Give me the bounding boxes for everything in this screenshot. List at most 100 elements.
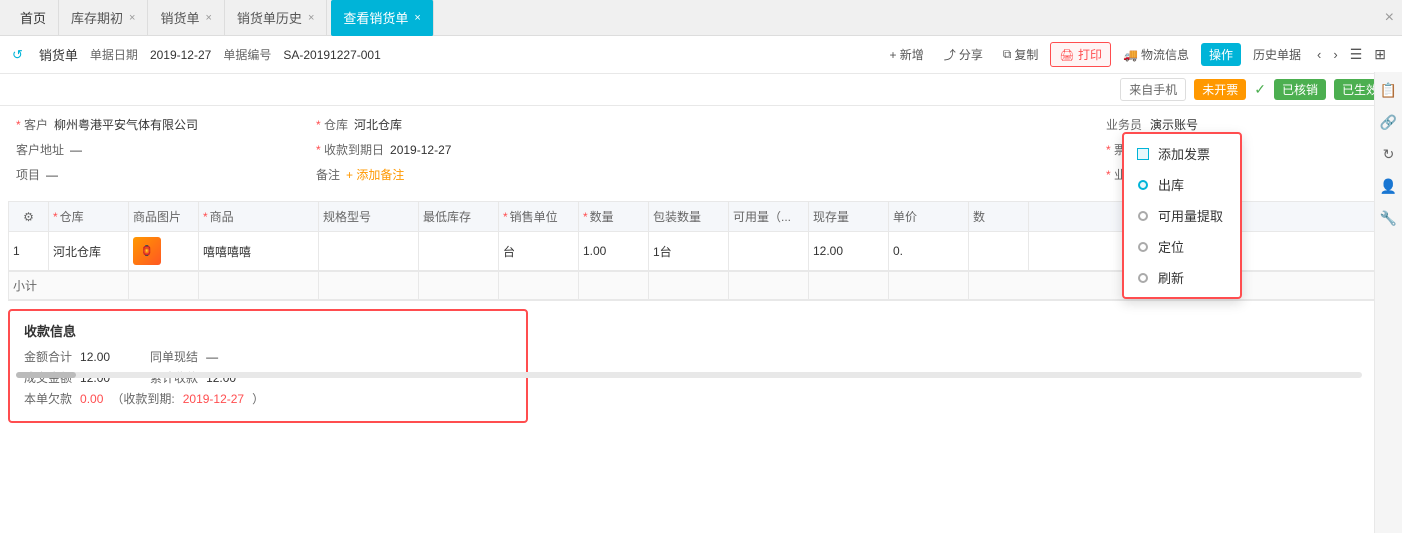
badge-phone[interactable]: 来自手机	[1120, 78, 1186, 101]
dropdown-refresh[interactable]: 刷新	[1124, 262, 1240, 293]
dropdown-outbound[interactable]: 出库	[1124, 169, 1240, 200]
badge-void[interactable]: 已核销	[1274, 79, 1326, 100]
logistics-button[interactable]: 🚚 物流信息	[1115, 43, 1197, 66]
next-button[interactable]: ›	[1329, 45, 1341, 64]
arrears-field: 本单欠款 0.00 （收款到期: 2019-12-27 ）	[24, 390, 264, 407]
tab-view-sales[interactable]: 查看销货单 ×	[331, 0, 433, 36]
badge-open[interactable]: 未开票	[1194, 79, 1246, 100]
tab-sales-label: 销货单	[160, 8, 199, 27]
print-icon: 🖨	[1059, 48, 1074, 62]
cell-product: 嘻嘻嘻嘻	[199, 232, 319, 270]
tab-sales-order[interactable]: 销货单 ×	[148, 0, 224, 36]
customer-value: 柳州粤港平安气体有限公司	[54, 116, 198, 133]
sidebar-icon-4[interactable]: 👤	[1379, 176, 1399, 196]
tab-inventory-close[interactable]: ×	[129, 12, 135, 24]
no-label: 单据编号	[223, 46, 271, 63]
history-button[interactable]: 历史单据	[1245, 43, 1309, 66]
tab-sales-close[interactable]: ×	[205, 12, 211, 24]
col-qty: * 数量	[579, 202, 649, 231]
due-date-value: 2019-12-27	[390, 143, 451, 157]
tab-history-label: 销货单历史	[237, 8, 302, 27]
col-price: 单价	[889, 202, 969, 231]
col-warehouse: * 仓库	[49, 202, 129, 231]
bottom-row-3: 本单欠款 0.00 （收款到期: 2019-12-27 ）	[24, 390, 512, 407]
refresh-label: 刷新	[1158, 268, 1184, 287]
cell-min-stock	[419, 232, 499, 270]
new-button[interactable]: + 新增	[881, 43, 931, 66]
horizontal-scrollbar[interactable]	[16, 372, 1362, 378]
main-content: ↺ 销货单 单据日期 2019-12-27 单据编号 SA-20191227-0…	[0, 36, 1402, 533]
operate-button[interactable]: 操作	[1201, 43, 1241, 66]
right-sidebar: 📋 🔗 ↻ 👤 🔧 ⤢	[1374, 72, 1402, 533]
col-current: 现存量	[809, 202, 889, 231]
share-icon: ⤴	[944, 46, 956, 63]
staff-label: 业务员	[1106, 116, 1142, 133]
no-value: SA-20191227-001	[283, 48, 380, 62]
add-note-btn[interactable]: 添加备注	[346, 166, 404, 183]
copy-icon: ⧉	[1003, 47, 1012, 62]
available-qty-icon	[1136, 209, 1150, 223]
tab-home[interactable]: 首页	[8, 0, 59, 36]
staff-field: 业务员 演示账号	[1106, 116, 1386, 133]
view2-button[interactable]: ⊞	[1370, 44, 1390, 65]
project-label: 项目	[16, 166, 40, 183]
col-pack-qty: 包装数量	[649, 202, 729, 231]
address-label: 客户地址	[16, 141, 64, 158]
bottom-title: 收款信息	[24, 321, 512, 340]
address-value: —	[70, 143, 82, 157]
cell-unit: 台	[499, 232, 579, 270]
sidebar-icon-1[interactable]: 📋	[1379, 80, 1399, 100]
doc-type: 销货单	[39, 45, 78, 64]
cell-price: 0.	[889, 232, 969, 270]
dropdown-available-qty[interactable]: 可用量提取	[1124, 200, 1240, 231]
sidebar-icon-2[interactable]: 🔗	[1379, 112, 1399, 132]
tab-history-close[interactable]: ×	[308, 12, 314, 24]
print-button[interactable]: 🖨 打印	[1050, 42, 1111, 67]
total-amount-field: 金额合计 12.00	[24, 348, 110, 365]
sidebar-icon-5[interactable]: 🔧	[1379, 208, 1399, 228]
col-gear[interactable]: ⚙	[9, 202, 49, 231]
cell-no: 1	[9, 232, 49, 270]
cell-available	[729, 232, 809, 270]
col-img: 商品图片	[129, 202, 199, 231]
prev-button[interactable]: ‹	[1313, 45, 1325, 64]
tab-home-label: 首页	[20, 8, 46, 27]
copy-button[interactable]: ⧉ 复制	[995, 43, 1047, 66]
date-value: 2019-12-27	[150, 48, 211, 62]
toolbar-actions: + 新增 ⤴ 分享 ⧉ 复制 🖨 打印 🚚 物流信息 操作 历史单据 ‹ › ☰…	[881, 42, 1390, 67]
scrollbar-thumb[interactable]	[16, 372, 76, 378]
page-close-icon[interactable]: ×	[1385, 9, 1394, 27]
warehouse-label: 仓库	[316, 116, 348, 133]
refresh-icon	[1136, 271, 1150, 285]
cell-pack-qty: 1台	[649, 232, 729, 270]
arrears-suffix: （收款到期:	[111, 390, 174, 407]
outbound-label: 出库	[1158, 175, 1184, 194]
available-qty-label: 可用量提取	[1158, 206, 1223, 225]
warehouse-value: 河北仓库	[354, 116, 402, 133]
due-date-label: 收款到期日	[316, 141, 384, 158]
toolbar: ↺ 销货单 单据日期 2019-12-27 单据编号 SA-20191227-0…	[0, 36, 1402, 74]
cell-extra	[969, 232, 1029, 270]
tab-view-close[interactable]: ×	[414, 12, 420, 24]
tab-sales-history[interactable]: 销货单历史 ×	[225, 0, 327, 36]
same-order-value: —	[206, 350, 218, 364]
total-amount-value: 12.00	[80, 350, 110, 364]
view1-button[interactable]: ☰	[1346, 44, 1367, 65]
col-product: * 商品	[199, 202, 319, 231]
doc-info: ↺ 销货单 单据日期 2019-12-27 单据编号 SA-20191227-0…	[12, 45, 873, 64]
share-button[interactable]: ⤴ 分享	[936, 43, 991, 66]
sidebar-icon-3[interactable]: ↻	[1379, 144, 1399, 164]
tab-bar: 首页 库存期初 × 销货单 × 销货单历史 × 查看销货单 × ×	[0, 0, 1402, 36]
staff-value: 演示账号	[1150, 116, 1198, 133]
dropdown-add-invoice[interactable]: 添加发票	[1124, 138, 1240, 169]
add-invoice-label: 添加发票	[1158, 144, 1210, 163]
project-field: 项目 —	[16, 166, 296, 183]
cell-warehouse: 河北仓库	[49, 232, 129, 270]
tab-inventory-init[interactable]: 库存期初 ×	[59, 0, 148, 36]
col-extra: 数	[969, 202, 1029, 231]
note-field: 备注 添加备注	[316, 166, 596, 183]
dropdown-locate[interactable]: 定位	[1124, 231, 1240, 262]
date-label: 单据日期	[90, 46, 138, 63]
tab-view-label: 查看销货单	[343, 8, 408, 27]
form-row-1: 客户 柳州粤港平安气体有限公司 仓库 河北仓库 业务员 演示账号	[16, 116, 1386, 133]
